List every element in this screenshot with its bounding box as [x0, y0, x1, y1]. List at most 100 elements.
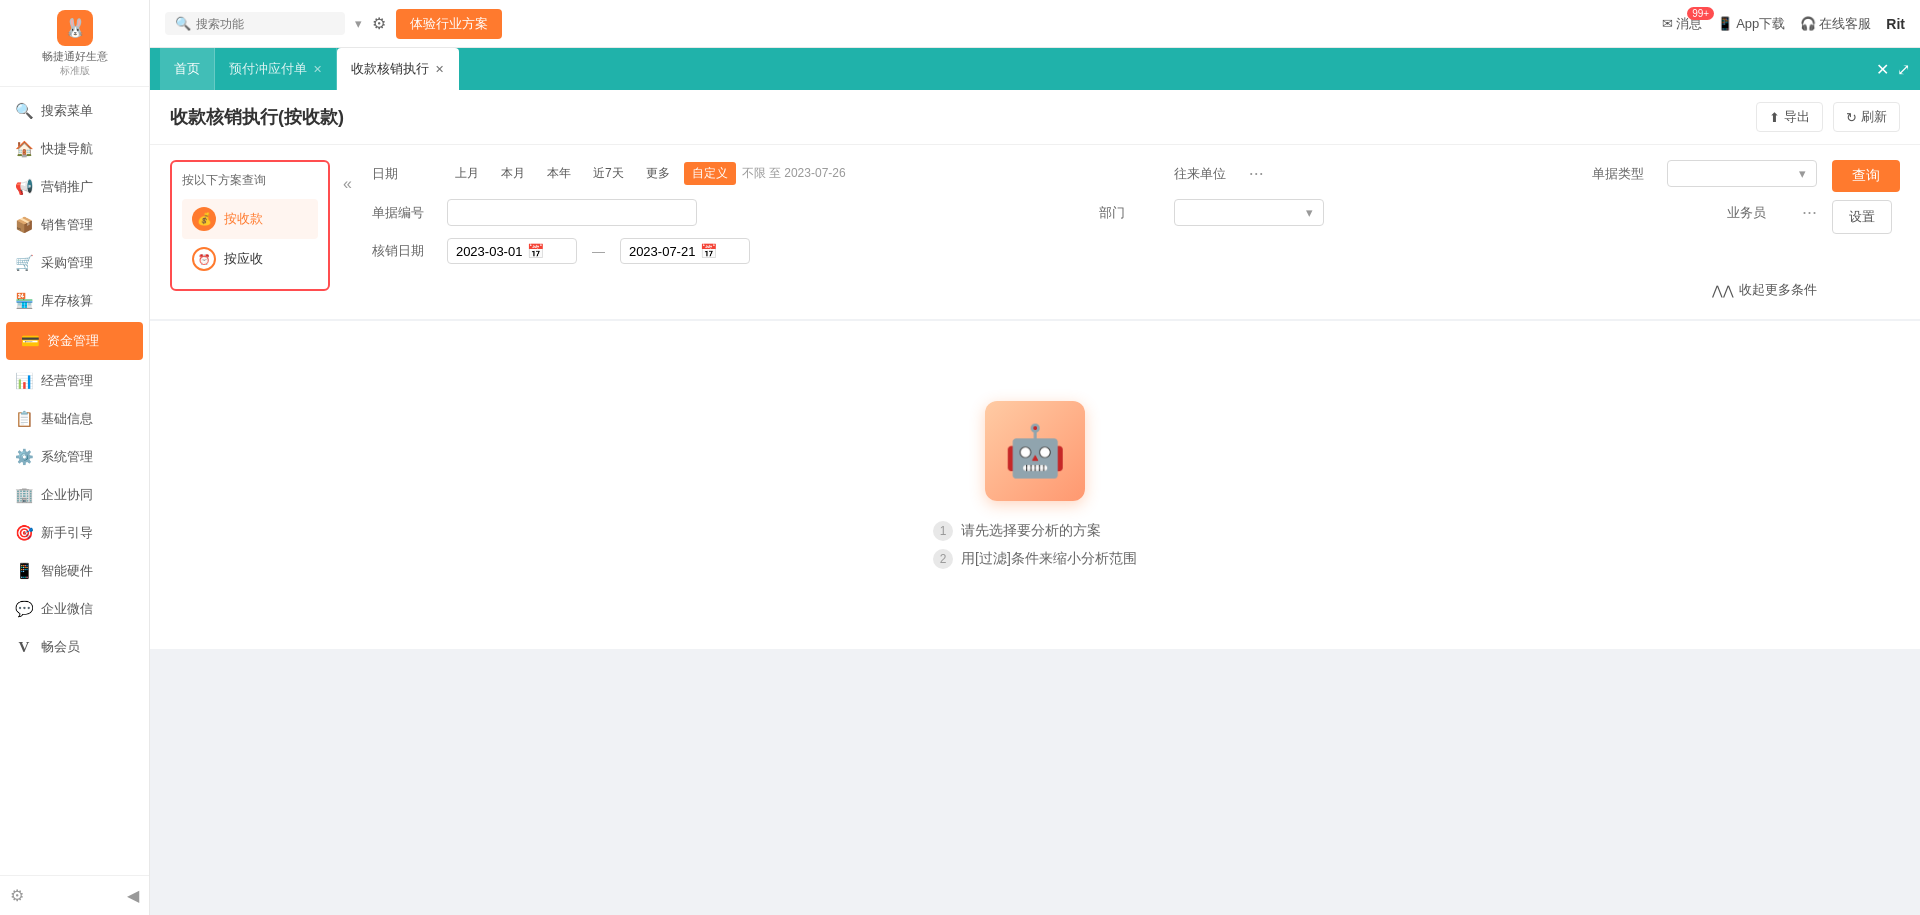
sidebar-item-guide[interactable]: 🎯 新手引导	[0, 514, 149, 552]
sidebar-item-label: 经营管理	[41, 372, 93, 390]
filter-main: 日期 上月 本月 本年 近7天 更多 自定义 不限 至 2023-07-26 往…	[372, 160, 1817, 304]
tab-receipt[interactable]: 收款核销执行 ✕	[337, 48, 459, 90]
sidebar-item-label: 智能硬件	[41, 562, 93, 580]
verify-date-start-picker[interactable]: 2023-03-01 📅	[447, 238, 577, 264]
sidebar-item-inventory[interactable]: 🏪 库存核算	[0, 282, 149, 320]
filter-row-2: 单据编号 部门 ▾ 业务员 ···	[372, 199, 1817, 226]
export-icon: ⬆	[1769, 110, 1780, 125]
tab-close-icon[interactable]: ✕	[435, 63, 444, 76]
collapse-sidebar-icon[interactable]: ◀	[127, 886, 139, 905]
tip-text-1: 请先选择要分析的方案	[961, 522, 1101, 540]
collapse-icon: ⋀⋀	[1712, 283, 1734, 298]
sidebar-item-finance[interactable]: 💳 资金管理	[6, 322, 143, 360]
dept-label: 部门	[1099, 204, 1159, 222]
message-button[interactable]: ✉ 消息 99+	[1662, 15, 1702, 33]
counterparty-selector[interactable]: ···	[1249, 163, 1264, 184]
date-range-display: 不限 至 2023-07-26	[742, 165, 846, 182]
staff-selector[interactable]: ···	[1802, 202, 1817, 223]
user-account[interactable]: Rit	[1886, 16, 1905, 32]
tab-home[interactable]: 首页	[160, 48, 215, 90]
empty-tip-1: 1 请先选择要分析的方案	[933, 521, 1137, 541]
tabbar: 首页 预付冲应付单 ✕ 收款核销执行 ✕ ✕ ⤢	[150, 48, 1920, 90]
sidebar-item-label: 快捷导航	[41, 140, 93, 158]
receipt-icon: 💰	[192, 207, 216, 231]
sidebar-item-basic[interactable]: 📋 基础信息	[0, 400, 149, 438]
date-last-7days[interactable]: 近7天	[585, 162, 632, 185]
sidebar-item-purchase[interactable]: 🛒 采购管理	[0, 244, 149, 282]
tab-label: 首页	[174, 60, 200, 78]
sidebar-item-marketing[interactable]: 📢 营销推广	[0, 168, 149, 206]
finance-icon: 💳	[21, 332, 39, 350]
date-custom[interactable]: 自定义	[684, 162, 736, 185]
sidebar-item-hardware[interactable]: 📱 智能硬件	[0, 552, 149, 590]
doc-no-input[interactable]	[447, 199, 697, 226]
date-more[interactable]: 更多	[638, 162, 678, 185]
logo-icon: 🐰	[57, 10, 93, 46]
doc-type-selector[interactable]: ▾	[1667, 160, 1817, 187]
service-label: 在线客服	[1819, 15, 1871, 33]
search-icon: 🔍	[15, 102, 33, 120]
tip-text-2: 用[过滤]条件来缩小分析范围	[961, 550, 1137, 568]
doc-type-label: 单据类型	[1592, 165, 1652, 183]
online-service-button[interactable]: 🎧 在线客服	[1800, 15, 1871, 33]
collapse-more-button[interactable]: ⋀⋀ 收起更多条件	[372, 276, 1817, 304]
sidebar-item-system[interactable]: ⚙️ 系统管理	[0, 438, 149, 476]
search-input[interactable]	[196, 17, 326, 31]
settings-icon[interactable]: ⚙	[372, 14, 386, 33]
page-header: 收款核销执行(按收款) ⬆ 导出 ↻ 刷新	[150, 90, 1920, 145]
sidebar-item-search[interactable]: 🔍 搜索菜单	[0, 92, 149, 130]
expand-icon[interactable]: ⤢	[1897, 60, 1910, 79]
chart-icon: 📊	[15, 372, 33, 390]
sidebar-item-wechat[interactable]: 💬 企业微信	[0, 590, 149, 628]
chevron-down-icon[interactable]: ▾	[355, 16, 362, 31]
chevron-down-icon: ▾	[1306, 205, 1313, 220]
verify-date-start-value: 2023-03-01	[456, 244, 523, 259]
date-this-month[interactable]: 本月	[493, 162, 533, 185]
filter-option-by-receipt[interactable]: 💰 按收款	[182, 199, 318, 239]
sidebar-item-operations[interactable]: 📊 经营管理	[0, 362, 149, 400]
mobile-icon: 📱	[1717, 16, 1733, 31]
filter-option-by-receivable[interactable]: ⏰ 按应收	[182, 239, 318, 279]
topbar-search-box[interactable]: 🔍	[165, 12, 345, 35]
tab-prepay[interactable]: 预付冲应付单 ✕	[215, 48, 337, 90]
sidebar-item-label: 库存核算	[41, 292, 93, 310]
tab-close-icon[interactable]: ✕	[313, 63, 322, 76]
cart-icon: 🛒	[15, 254, 33, 272]
phone-icon: 📱	[15, 562, 33, 580]
gear-icon: ⚙️	[15, 448, 33, 466]
building-icon: 🏢	[15, 486, 33, 504]
sidebar-item-member[interactable]: V 畅会员	[0, 628, 149, 666]
filter-option-label: 按应收	[224, 250, 263, 268]
date-shortcuts: 上月 本月 本年 近7天 更多 自定义 不限 至 2023-07-26	[447, 162, 846, 185]
refresh-button[interactable]: ↻ 刷新	[1833, 102, 1900, 132]
receivable-icon: ⏰	[192, 247, 216, 271]
store-icon: 🏪	[15, 292, 33, 310]
solution-button[interactable]: 体验行业方案	[396, 9, 502, 39]
verify-date-end-picker[interactable]: 2023-07-21 📅	[620, 238, 750, 264]
query-button[interactable]: 查询	[1832, 160, 1900, 192]
filter-settings-button[interactable]: 设置	[1832, 200, 1892, 234]
sidebar-bottom: ⚙ ◀	[0, 875, 149, 915]
sidebar-item-enterprise[interactable]: 🏢 企业协同	[0, 476, 149, 514]
tab-label: 收款核销执行	[351, 60, 429, 78]
calendar-icon: 📅	[700, 243, 717, 259]
date-last-month[interactable]: 上月	[447, 162, 487, 185]
date-separator: —	[592, 244, 605, 259]
collapse-filter-icon[interactable]: «	[338, 170, 357, 198]
headset-icon: 🎧	[1800, 16, 1816, 31]
search-icon: 🔍	[175, 16, 191, 31]
sidebar-item-label: 资金管理	[47, 332, 99, 350]
target-icon: 🎯	[15, 524, 33, 542]
date-this-year[interactable]: 本年	[539, 162, 579, 185]
sidebar-menu: 🔍 搜索菜单 🏠 快捷导航 📢 营销推广 📦 销售管理 🛒 采购管理 🏪 库存核…	[0, 87, 149, 875]
sidebar-item-nav[interactable]: 🏠 快捷导航	[0, 130, 149, 168]
verify-date-label: 核销日期	[372, 242, 432, 260]
dept-selector[interactable]: ▾	[1174, 199, 1324, 226]
export-button[interactable]: ⬆ 导出	[1756, 102, 1823, 132]
sidebar-item-label: 基础信息	[41, 410, 93, 428]
main-area: 🔍 ▾ ⚙ 体验行业方案 ✉ 消息 99+ 📱 App下载 🎧 在线客服 Rit	[150, 0, 1920, 915]
close-all-icon[interactable]: ✕	[1876, 60, 1889, 79]
settings-bottom-icon[interactable]: ⚙	[10, 886, 24, 905]
sidebar-item-sales[interactable]: 📦 销售管理	[0, 206, 149, 244]
app-download-button[interactable]: 📱 App下载	[1717, 15, 1785, 33]
